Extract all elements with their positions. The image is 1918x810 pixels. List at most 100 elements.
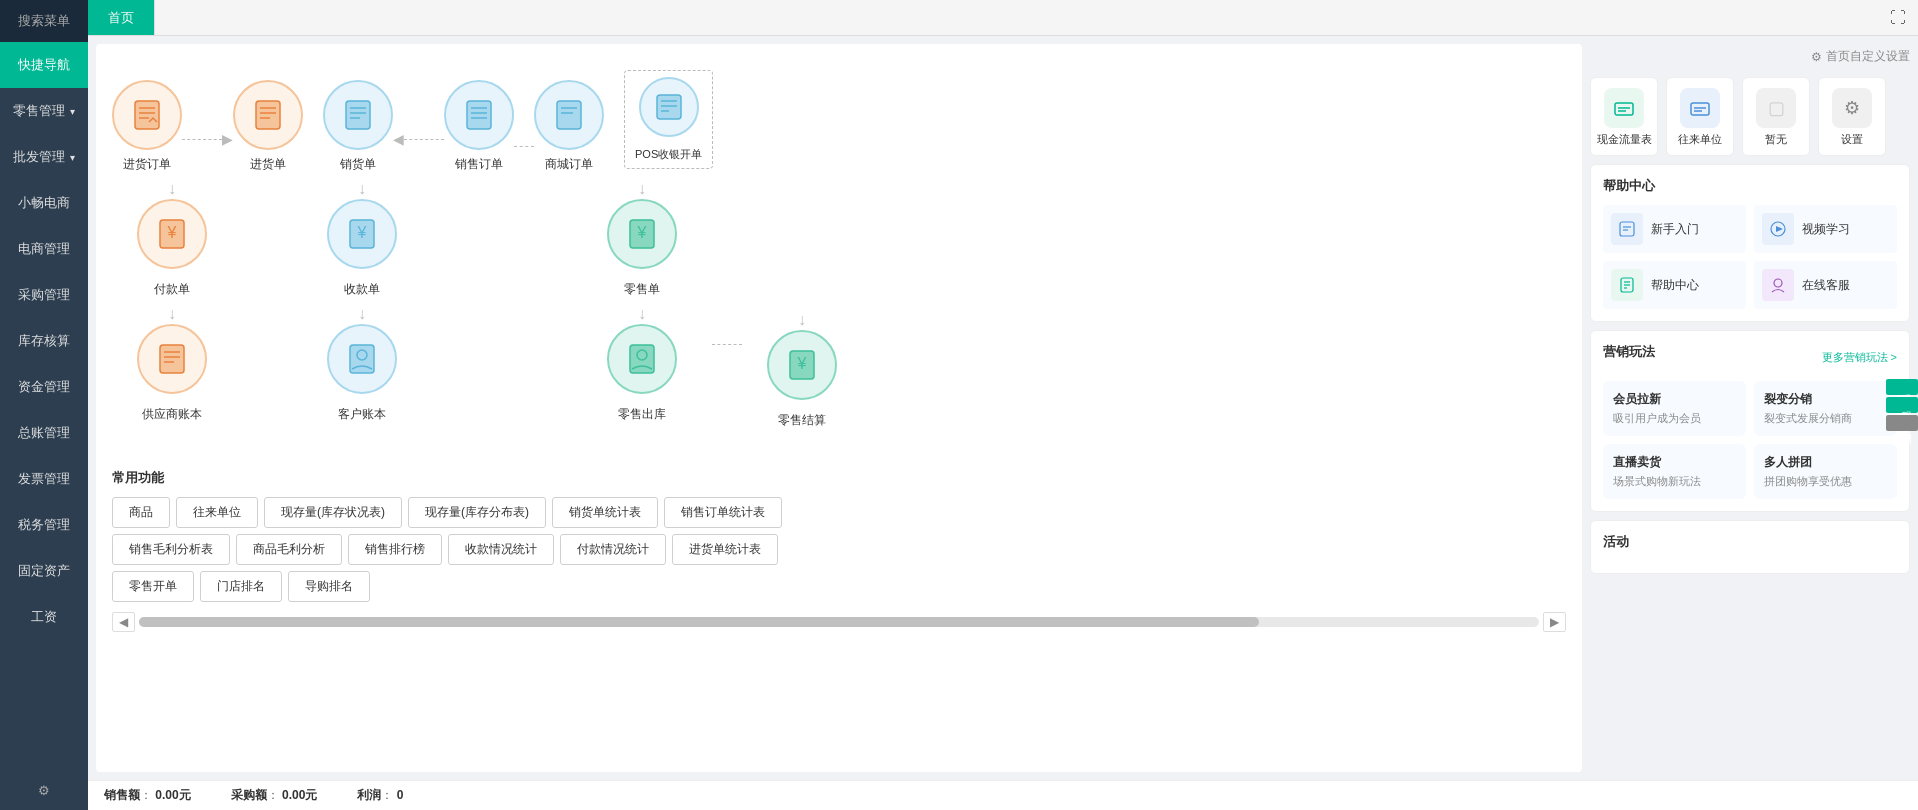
marketing-title: 营销玩法 [1603, 343, 1655, 361]
sidebar-item-ecom[interactable]: 电商管理 [0, 226, 88, 272]
quick-tile-settings[interactable]: ⚙ 设置 [1818, 77, 1886, 156]
help-item-beginner[interactable]: 新手入门 [1603, 205, 1746, 253]
sidebar-item-invoice[interactable]: 发票管理 [0, 456, 88, 502]
btn-commodity-gross[interactable]: 商品毛利分析 [236, 534, 342, 565]
partners-label: 往来单位 [1678, 132, 1722, 147]
customer-ledger-icon[interactable] [327, 324, 397, 394]
customer-ledger-label: 客户账本 [338, 406, 386, 423]
float-desktop-shortcut[interactable]: 桌面快捷 [1886, 415, 1918, 431]
btn-sales-order-stats[interactable]: 销售订单统计表 [664, 497, 782, 528]
sidebar: 搜索菜单 快捷导航 零售管理 ▾ 批发管理 ▾ 小畅电商 电商管理 采购管理 库… [0, 0, 88, 810]
retail-outbound-icon[interactable] [607, 324, 677, 394]
stat-sales-label: 销售额 [104, 788, 140, 802]
sidebar-item-quick-nav[interactable]: 快捷导航 [0, 42, 88, 88]
tab-home[interactable]: 首页 [88, 0, 155, 35]
marketing-member[interactable]: 会员拉新 吸引用户成为会员 [1603, 381, 1746, 436]
pos-icon[interactable] [639, 77, 699, 137]
sidebar-search[interactable]: 搜索菜单 [0, 0, 88, 42]
empty-label: 暂无 [1765, 132, 1787, 147]
marketing-fission[interactable]: 裂变分销 裂变式发展分销商 [1754, 381, 1897, 436]
sidebar-item-wholesale-mgmt[interactable]: 批发管理 ▾ [0, 134, 88, 180]
chevron-down-icon: ▾ [70, 106, 75, 117]
sidebar-settings-button[interactable]: ⚙ [0, 771, 88, 810]
customize-bar[interactable]: ⚙ 首页自定义设置 [1590, 44, 1910, 69]
btn-guide-ranking[interactable]: 导购排名 [288, 571, 370, 602]
retail-checkout-icon[interactable]: ¥ [767, 330, 837, 400]
purchase-bill-icon[interactable] [233, 80, 303, 150]
mall-order-icon[interactable] [534, 80, 604, 150]
help-item-help[interactable]: 帮助中心 [1603, 261, 1746, 309]
pos-label: POS收银开单 [635, 147, 702, 162]
stat-purchase-label: 采购额 [231, 788, 267, 802]
sidebar-item-inventory[interactable]: 库存核算 [0, 318, 88, 364]
arrow-down-3: ↓ [638, 181, 646, 197]
retail-order-icon[interactable]: ¥ [607, 199, 677, 269]
purchase-order-icon[interactable] [112, 80, 182, 150]
marketing-live[interactable]: 直播卖货 场景式购物新玩法 [1603, 444, 1746, 499]
btn-sales-gross[interactable]: 销售毛利分析表 [112, 534, 230, 565]
scroll-right-btn[interactable]: ▶ [1543, 612, 1566, 632]
svg-text:¥: ¥ [797, 355, 807, 372]
activity-title: 活动 [1603, 533, 1897, 551]
mall-order-label: 商城订单 [545, 156, 593, 173]
float-community[interactable]: 服务社区 [1886, 397, 1918, 413]
btn-store-ranking[interactable]: 门店排名 [200, 571, 282, 602]
scroll-track[interactable] [139, 617, 1539, 627]
btn-partners[interactable]: 往来单位 [176, 497, 258, 528]
help-center-label: 帮助中心 [1651, 277, 1699, 294]
btn-sales-bill-stats[interactable]: 销货单统计表 [552, 497, 658, 528]
sidebar-item-finance[interactable]: 资金管理 [0, 364, 88, 410]
flow-node-mall-order: 商城订单 [534, 80, 604, 173]
svg-rect-39 [1615, 103, 1633, 115]
scroll-left-btn[interactable]: ◀ [112, 612, 135, 632]
supplier-ledger-icon[interactable] [137, 324, 207, 394]
svg-text:¥: ¥ [637, 224, 647, 241]
btn-inventory-status[interactable]: 现存量(库存状况表) [264, 497, 402, 528]
sidebar-item-fixed-assets[interactable]: 固定资产 [0, 548, 88, 594]
svg-text:¥: ¥ [167, 224, 177, 241]
marketing-more[interactable]: 更多营销玩法 > [1822, 350, 1897, 365]
expand-icon[interactable]: ⛶ [1878, 9, 1918, 27]
stat-purchase: 采购额： 0.00元 [231, 787, 318, 804]
svg-point-54 [1774, 279, 1782, 287]
svg-rect-19 [657, 95, 681, 119]
marketing-group[interactable]: 多人拼团 拼团购物享受优惠 [1754, 444, 1897, 499]
sidebar-item-retail-mgmt[interactable]: 零售管理 ▾ [0, 88, 88, 134]
purchase-order-label: 进货订单 [123, 156, 171, 173]
customize-label: 首页自定义设置 [1826, 48, 1910, 65]
btn-payment-stats[interactable]: 付款情况统计 [560, 534, 666, 565]
btn-sales-ranking[interactable]: 销售排行榜 [348, 534, 442, 565]
btn-commodity[interactable]: 商品 [112, 497, 170, 528]
receipt-bill-icon[interactable]: ¥ [327, 199, 397, 269]
chevron-down-icon: ▾ [70, 152, 75, 163]
quick-tile-cashflow[interactable]: 现金流量表 [1590, 77, 1658, 156]
sidebar-item-payroll[interactable]: 工资 [0, 594, 88, 640]
common-functions-title: 常用功能 [112, 469, 1566, 487]
stat-profit-label: 利润 [357, 788, 381, 802]
flow-node-sales-bill: 销货单 [323, 80, 393, 173]
sales-order-icon[interactable] [444, 80, 514, 150]
btn-purchase-stats[interactable]: 进货单统计表 [672, 534, 778, 565]
retail-outbound-label: 零售出库 [618, 406, 666, 423]
sales-bill-icon[interactable] [323, 80, 393, 150]
quick-tile-empty[interactable]: ▢ 暂无 [1742, 77, 1810, 156]
sidebar-item-purchase[interactable]: 采购管理 [0, 272, 88, 318]
sidebar-item-xiaochang[interactable]: 小畅电商 [0, 180, 88, 226]
arrow-down-4: ↓ [168, 306, 176, 322]
btn-retail-order[interactable]: 零售开单 [112, 571, 194, 602]
settings-label: 设置 [1841, 132, 1863, 147]
float-customer-service[interactable]: 客服热线 [1886, 379, 1918, 395]
btn-receipt-stats[interactable]: 收款情况统计 [448, 534, 554, 565]
help-item-video[interactable]: 视频学习 [1754, 205, 1897, 253]
payment-bill-icon[interactable]: ¥ [137, 199, 207, 269]
support-icon [1762, 269, 1794, 301]
sidebar-item-ledger[interactable]: 总账管理 [0, 410, 88, 456]
btn-inventory-dist[interactable]: 现存量(库存分布表) [408, 497, 546, 528]
flow-node-purchase-order: 进货订单 [112, 80, 182, 173]
quick-tile-partners[interactable]: 往来单位 [1666, 77, 1734, 156]
svg-rect-8 [346, 101, 370, 129]
sales-bill-label: 销货单 [340, 156, 376, 173]
support-label: 在线客服 [1802, 277, 1850, 294]
sidebar-item-tax[interactable]: 税务管理 [0, 502, 88, 548]
help-item-support[interactable]: 在线客服 [1754, 261, 1897, 309]
